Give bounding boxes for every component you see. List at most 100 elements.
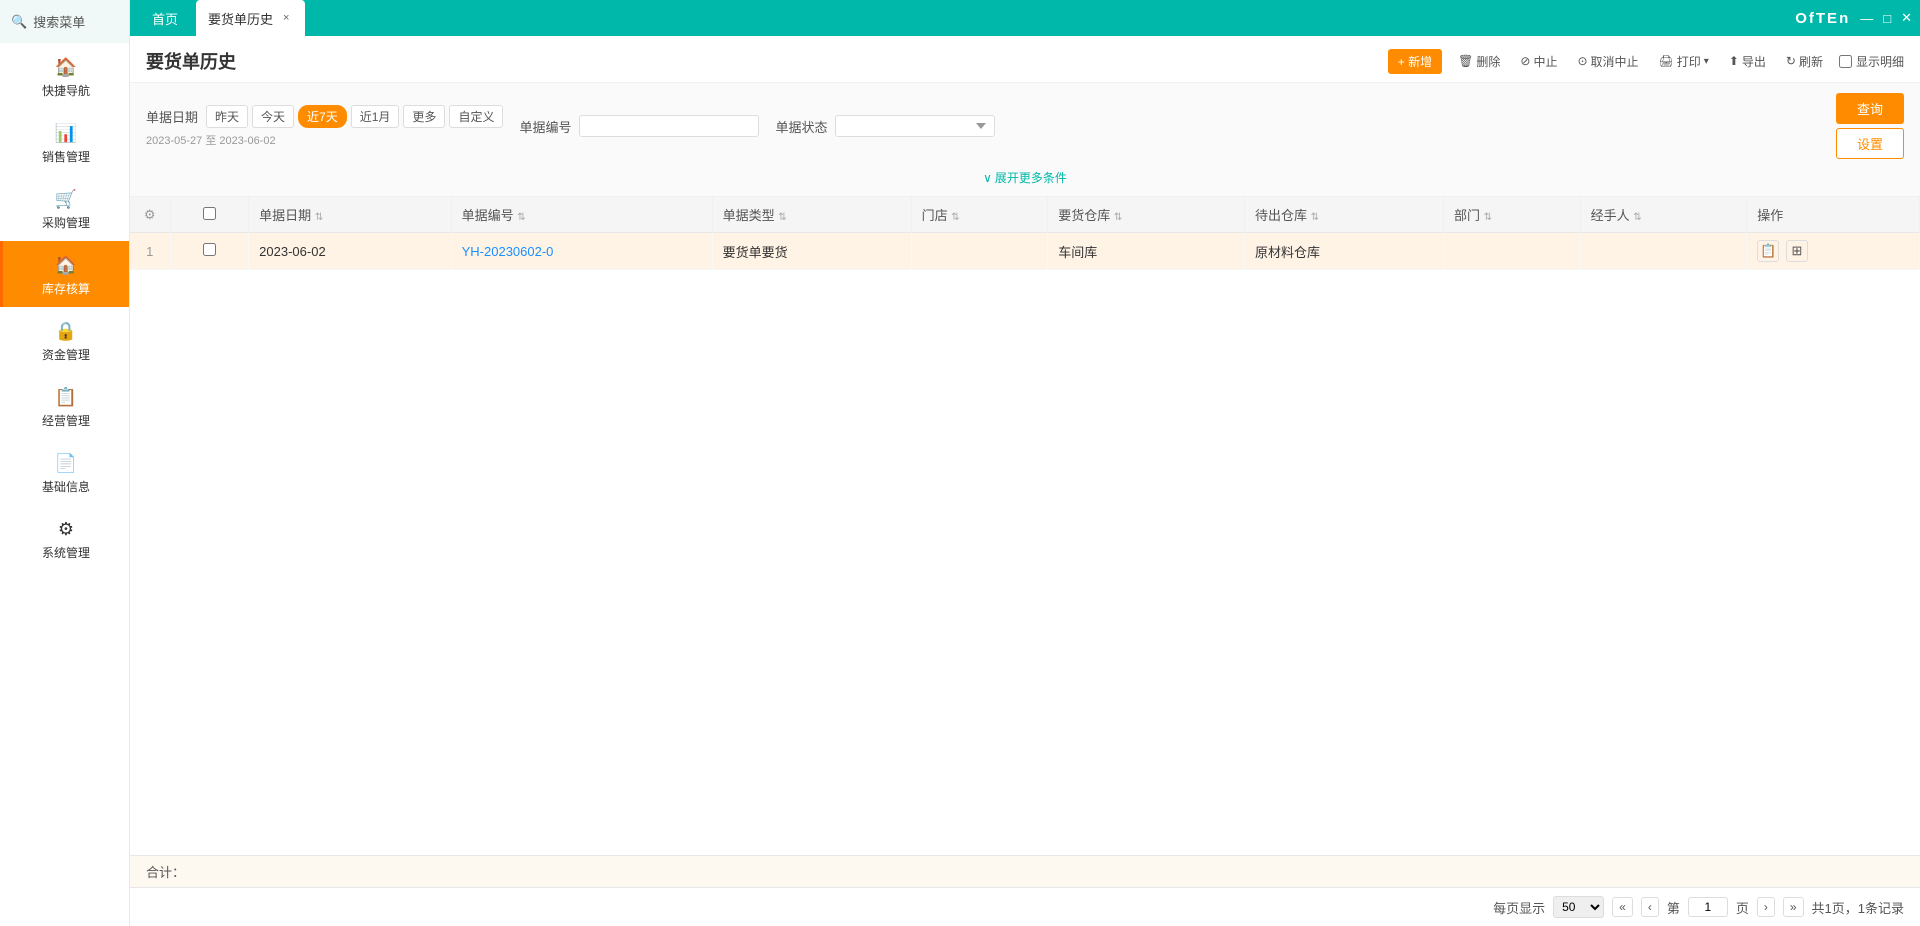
next-page-btn[interactable]: › — [1757, 897, 1775, 917]
store-sort-icon[interactable]: ⇅ — [951, 212, 959, 223]
doc-type-sort-icon[interactable]: ⇅ — [778, 212, 786, 223]
sidebar-item-inventory[interactable]: 🏠 库存核算 — [0, 241, 129, 307]
docno-filter-label: 单据编号 — [519, 117, 571, 136]
row-op-detail-btn[interactable]: ⊞ — [1786, 240, 1808, 262]
sidebar-item-label: 经营管理 — [42, 412, 90, 429]
table-col-doc-no[interactable]: 单据编号 ⇅ — [451, 197, 712, 233]
table-col-settings[interactable]: ⚙ — [130, 197, 170, 233]
sidebar-item-basic-info[interactable]: 📄 基础信息 — [0, 439, 129, 505]
sidebar-item-finance-mgmt[interactable]: 🔒 资金管理 — [0, 307, 129, 373]
minimize-icon[interactable]: — — [1860, 11, 1873, 26]
date-btn-more[interactable]: 更多 — [403, 105, 445, 128]
page-header: 要货单历史 + 新增 🗑 删除 ⊘ 中止 ⊙ 取消中止 🖨 — [130, 36, 1920, 83]
handler-sort-icon[interactable]: ⇅ — [1633, 212, 1641, 223]
table-area: ⚙ 单据日期 ⇅ 单据编号 ⇅ 单据类型 — [130, 197, 1920, 855]
docno-filter-group: 单据编号 — [519, 115, 759, 137]
sidebar-item-label: 基础信息 — [42, 478, 90, 495]
suspend-icon: ⊘ — [1520, 54, 1530, 68]
query-button[interactable]: 查询 — [1836, 93, 1904, 124]
department-sort-icon[interactable]: ⇅ — [1484, 212, 1492, 223]
data-table: ⚙ 单据日期 ⇅ 单据编号 ⇅ 单据类型 — [130, 197, 1920, 270]
status-select[interactable] — [835, 115, 995, 137]
department-label: 部门 — [1454, 208, 1480, 223]
select-all-checkbox[interactable] — [203, 207, 216, 220]
tab-home-label: 首页 — [152, 9, 178, 28]
close-icon[interactable]: ✕ — [1901, 10, 1912, 26]
first-page-btn[interactable]: « — [1612, 897, 1633, 917]
table-col-doc-date[interactable]: 单据日期 ⇅ — [249, 197, 451, 233]
table-col-handler[interactable]: 经手人 ⇅ — [1580, 197, 1747, 233]
expand-more-btn[interactable]: ∨ 展开更多条件 — [983, 169, 1067, 186]
suspend-button[interactable]: ⊘ 中止 — [1516, 51, 1561, 72]
cancel-suspend-icon: ⊙ — [1577, 54, 1587, 68]
row-doc-date: 2023-06-02 — [249, 233, 451, 270]
prev-page-btn[interactable]: ‹ — [1641, 897, 1659, 917]
date-btn-custom[interactable]: 自定义 — [449, 105, 503, 128]
sidebar-search[interactable]: 🔍 搜索菜单 — [0, 0, 129, 43]
table-col-operations: 操作 — [1747, 197, 1920, 233]
table-col-store[interactable]: 门店 ⇅ — [911, 197, 1048, 233]
row-checkbox-cell — [170, 233, 249, 270]
table-footer: 合计： — [130, 855, 1920, 887]
sidebar-item-sales-mgmt[interactable]: 📊 销售管理 — [0, 109, 129, 175]
gear-icon: ⚙ — [58, 519, 74, 540]
row-checkbox[interactable] — [203, 243, 216, 256]
sidebar-item-quick-nav[interactable]: 🏠 快捷导航 — [0, 43, 129, 109]
add-button[interactable]: + 新增 — [1388, 49, 1442, 74]
toolbar: + 新增 🗑 删除 ⊘ 中止 ⊙ 取消中止 🖨 打印 ▾ — [1388, 49, 1904, 74]
expand-row: ∨ 展开更多条件 — [146, 165, 1904, 186]
lock-icon: 🔒 — [55, 321, 77, 342]
sidebar-item-label: 快捷导航 — [42, 82, 90, 99]
doc-no-sort-icon[interactable]: ⇅ — [517, 212, 525, 223]
table-col-checkbox — [170, 197, 249, 233]
docno-filter-input[interactable] — [579, 115, 759, 137]
pending-warehouse-sort-icon[interactable]: ⇅ — [1311, 212, 1319, 223]
maximize-icon[interactable]: □ — [1883, 11, 1891, 26]
refresh-button[interactable]: ↻ 刷新 — [1782, 51, 1827, 72]
tab-active[interactable]: 要货单历史 × — [196, 0, 305, 36]
sidebar-item-operations-mgmt[interactable]: 📋 经营管理 — [0, 373, 129, 439]
settings-button[interactable]: 设置 — [1836, 128, 1904, 159]
row-doc-no-link[interactable]: YH-20230602-0 — [462, 244, 554, 259]
per-page-select[interactable]: 50 100 200 — [1553, 896, 1604, 918]
page-number-input[interactable] — [1688, 897, 1728, 917]
date-btn-7days[interactable]: 近7天 — [298, 105, 347, 128]
row-doc-type: 要货单要货 — [712, 233, 911, 270]
date-btn-today[interactable]: 今天 — [252, 105, 294, 128]
row-op-view-btn[interactable]: 📋 — [1757, 240, 1779, 262]
doc-date-sort-icon[interactable]: ⇅ — [315, 212, 323, 223]
date-btn-1month[interactable]: 近1月 — [351, 105, 400, 128]
date-btn-group: 昨天 今天 近7天 近1月 更多 自定义 — [206, 105, 503, 128]
last-page-btn[interactable]: » — [1783, 897, 1804, 917]
row-doc-no: YH-20230602-0 — [451, 233, 712, 270]
table-row: 1 2023-06-02 YH-20230602-0 要货单要货 车间库 原材料… — [130, 233, 1920, 270]
display-detail-label: 显示明细 — [1856, 53, 1904, 70]
doc-type-label: 单据类型 — [723, 208, 775, 223]
table-col-doc-type[interactable]: 单据类型 ⇅ — [712, 197, 911, 233]
date-filter-group: 单据日期 昨天 今天 近7天 近1月 更多 自定义 2023-05-27 至 2… — [146, 105, 503, 148]
tab-home[interactable]: 首页 — [138, 0, 192, 36]
req-warehouse-sort-icon[interactable]: ⇅ — [1114, 212, 1122, 223]
page-title: 要货单历史 — [146, 48, 236, 74]
date-filter-label: 单据日期 — [146, 107, 198, 126]
page-label-post: 页 — [1736, 898, 1749, 917]
refresh-icon: ↻ — [1786, 54, 1796, 68]
table-col-req-warehouse[interactable]: 要货仓库 ⇅ — [1048, 197, 1245, 233]
cancel-suspend-button[interactable]: ⊙ 取消中止 — [1573, 51, 1642, 72]
table-col-pending-warehouse[interactable]: 待出仓库 ⇅ — [1244, 197, 1443, 233]
tab-close-icon[interactable]: × — [279, 10, 293, 26]
sidebar-item-system-mgmt[interactable]: ⚙ 系统管理 — [0, 505, 129, 571]
display-detail-checkbox[interactable] — [1839, 55, 1852, 68]
sidebar: 🔍 搜索菜单 🏠 快捷导航 📊 销售管理 🛒 采购管理 🏠 库存核算 🔒 资金管… — [0, 0, 130, 926]
handler-label: 经手人 — [1591, 208, 1630, 223]
chart-icon: 📊 — [55, 123, 77, 144]
inventory-icon: 🏠 — [55, 255, 77, 276]
delete-button[interactable]: 🗑 删除 — [1454, 51, 1504, 72]
display-detail-toggle[interactable]: 显示明细 — [1839, 53, 1904, 70]
export-button[interactable]: ⬆ 导出 — [1725, 51, 1770, 72]
sidebar-item-purchase-mgmt[interactable]: 🛒 采购管理 — [0, 175, 129, 241]
print-button[interactable]: 🖨 打印 ▾ — [1655, 51, 1713, 72]
add-label: + 新增 — [1398, 53, 1432, 70]
date-btn-yesterday[interactable]: 昨天 — [206, 105, 248, 128]
table-col-department[interactable]: 部门 ⇅ — [1444, 197, 1581, 233]
